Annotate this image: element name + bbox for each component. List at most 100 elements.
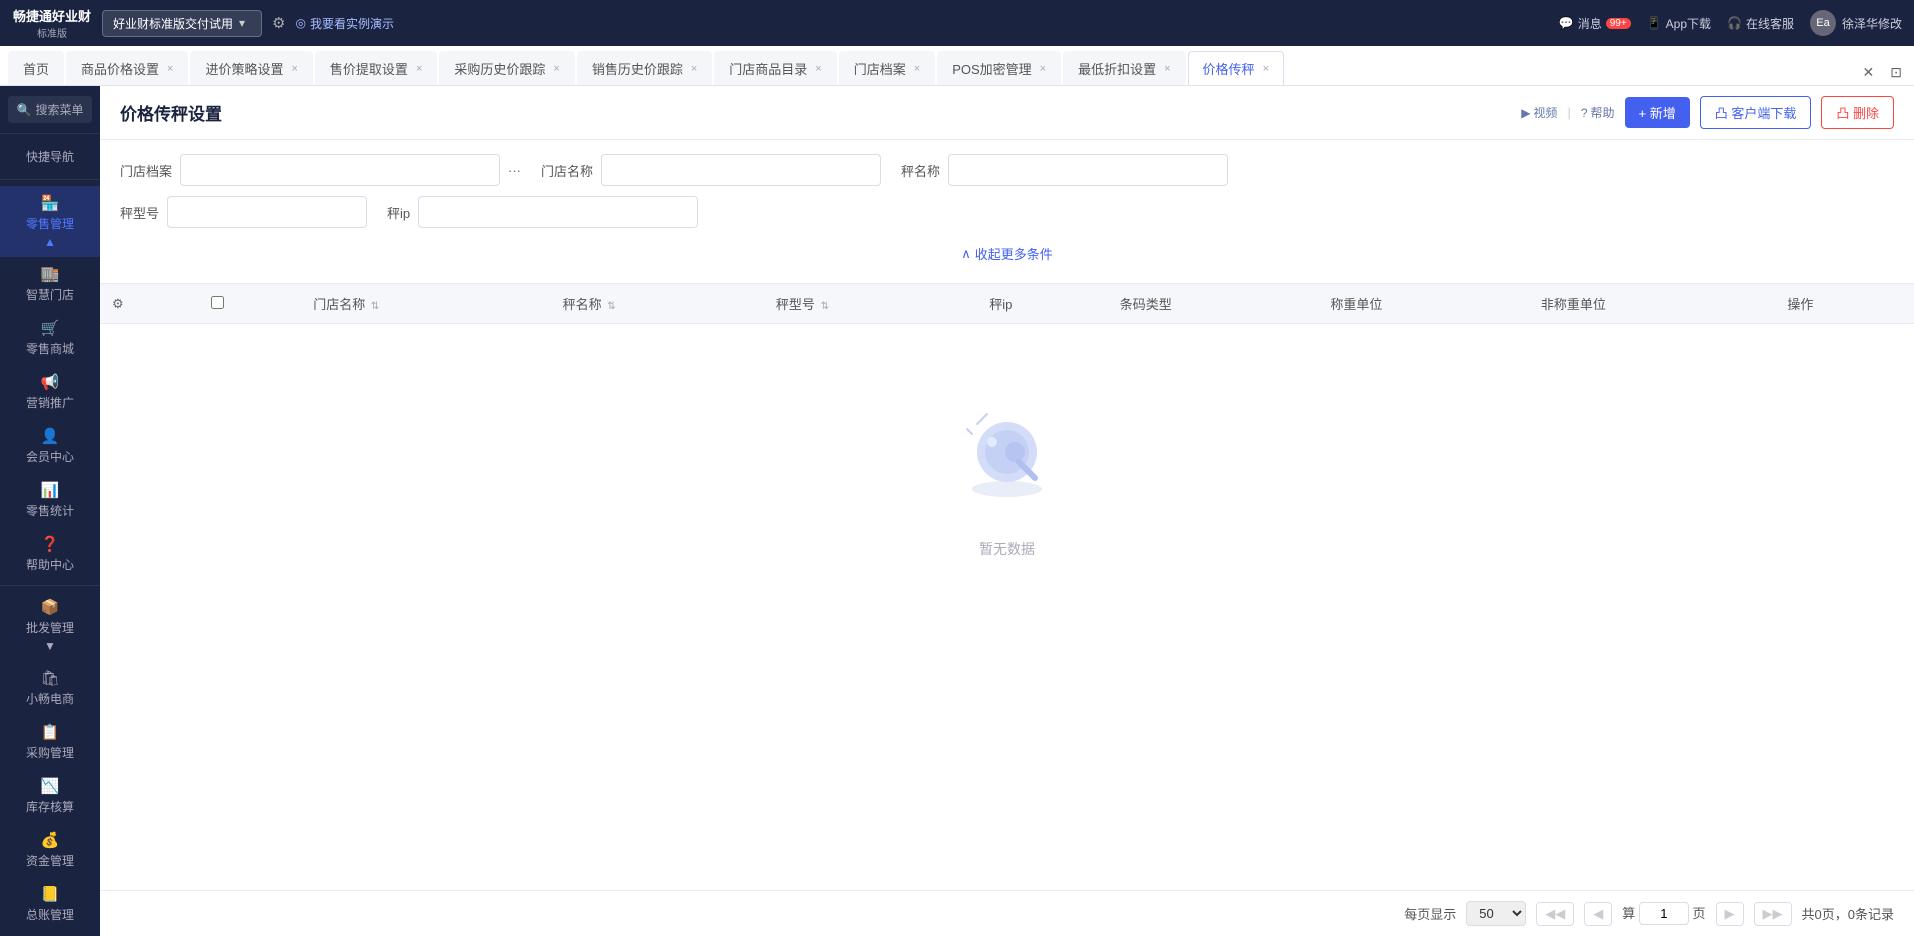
tab-store-catalog[interactable]: 门店商品目录 ×: [714, 51, 836, 85]
scale-model-input[interactable]: [167, 196, 367, 228]
sidebar-item-xiaochang-ecom[interactable]: 🛍 小畅电商: [0, 661, 100, 715]
store-name-input[interactable]: [601, 154, 881, 186]
version-label: 好业财标准版交付试用: [113, 15, 233, 32]
retail-mgmt-icon: 🏪: [41, 194, 60, 212]
download-button-label: 凸 客户端下载: [1715, 103, 1797, 122]
sort-icon[interactable]: ⇅: [371, 301, 379, 312]
scale-ip-label: 秤ip: [387, 203, 410, 222]
tab-sell-history[interactable]: 销售历史价跟踪 ×: [577, 51, 712, 85]
online-service-label: 在线客服: [1746, 15, 1794, 32]
tab-store-profile[interactable]: 门店档案 ×: [839, 51, 935, 85]
version-selector[interactable]: 好业财标准版交付试用 ▾: [102, 10, 262, 37]
sidebar-item-purchase-mgmt[interactable]: 📋 采购管理: [0, 715, 100, 769]
user-name: 徐泽华修改: [1842, 15, 1902, 32]
page-header: 价格传秤设置 ▶ 视频 | ? 帮助 + 新增 凸 客户端下载 凸: [100, 86, 1914, 140]
store-name-header: 门店名称: [313, 297, 365, 312]
sidebar-item-retail-mgmt[interactable]: 🏪 零售管理 ▲: [0, 186, 100, 257]
sidebar-item-wholesale-mgmt[interactable]: 📦 批发管理 ▼: [0, 590, 100, 661]
page-info: 算 页: [1622, 902, 1705, 925]
page-number-input[interactable]: [1639, 902, 1689, 925]
download-button[interactable]: 凸 客户端下载: [1700, 96, 1812, 129]
tab-sell-price[interactable]: 售价提取设置 ×: [315, 51, 437, 85]
close-icon[interactable]: ×: [815, 63, 821, 75]
table-head: ⚙ 门店名称 ⇅ 秤名称 ⇅: [100, 284, 1914, 324]
tab-price-scale[interactable]: 价格传秤 ×: [1188, 51, 1284, 85]
sidebar-item-member-center[interactable]: 👤 会员中心: [0, 419, 100, 473]
maximize-tab-button[interactable]: ⊡: [1886, 60, 1906, 85]
video-link[interactable]: ▶ 视频: [1521, 104, 1557, 121]
ellipsis-icon[interactable]: ···: [508, 163, 521, 178]
filter-scale-ip: 秤ip: [387, 196, 698, 228]
col-checkbox: [199, 284, 301, 324]
sidebar-item-retail-stats[interactable]: 📊 零售统计: [0, 473, 100, 527]
tab-price-setting[interactable]: 商品价格设置 ×: [66, 51, 188, 85]
total-info: 共0页，0条记录: [1802, 904, 1894, 923]
logo-title: 畅捷通好业财: [13, 6, 91, 25]
close-icon[interactable]: ×: [691, 63, 697, 75]
close-icon[interactable]: ×: [167, 63, 173, 75]
close-icon[interactable]: ×: [1164, 63, 1170, 75]
sidebar-item-fund-mgmt[interactable]: 💰 资金管理: [0, 823, 100, 877]
data-table: ⚙ 门店名称 ⇅ 秤名称 ⇅: [100, 284, 1914, 324]
marketing-icon: 📢: [41, 373, 60, 391]
help-link[interactable]: ? 帮助: [1581, 104, 1615, 121]
next-page-button[interactable]: ▶: [1716, 902, 1744, 926]
close-icon[interactable]: ×: [553, 63, 559, 75]
delete-button[interactable]: 凸 删除: [1821, 96, 1894, 129]
tab-purchase-strategy[interactable]: 进价策略设置 ×: [190, 51, 312, 85]
sidebar-item-marketing[interactable]: 📢 营销推广: [0, 365, 100, 419]
messages-button[interactable]: 💬 消息 99+: [1559, 15, 1631, 32]
search-menu-button[interactable]: 🔍 搜索菜单: [8, 96, 92, 123]
quick-nav-button[interactable]: 快捷导航: [0, 142, 100, 171]
scale-model-label: 秤型号: [120, 203, 159, 222]
sidebar-item-invoice-mgmt[interactable]: 🧾 发票管理: [0, 931, 100, 936]
sidebar-item-inventory[interactable]: 📉 库存核算: [0, 769, 100, 823]
prev-page-button[interactable]: ◀: [1584, 902, 1612, 926]
help-center-icon: ❓: [41, 535, 60, 553]
scale-name-input[interactable]: [948, 154, 1228, 186]
scale-ip-input[interactable]: [418, 196, 698, 228]
tab-home-label: 首页: [23, 59, 49, 78]
sidebar-item-retail-mall[interactable]: 🛒 零售商城: [0, 311, 100, 365]
tab-home[interactable]: 首页: [8, 51, 64, 85]
close-icon[interactable]: ×: [1040, 63, 1046, 75]
last-page-button[interactable]: ▶▶: [1754, 902, 1792, 926]
sidebar-item-general-ledger[interactable]: 📒 总账管理: [0, 877, 100, 931]
tab-min-discount-label: 最低折扣设置: [1078, 59, 1156, 78]
filter-row-2: 秤型号 秤ip: [120, 196, 1894, 228]
xiaochang-ecom-icon: 🛍: [40, 669, 59, 687]
collapse-filter-button[interactable]: ∧ 收起更多条件: [941, 238, 1073, 269]
sidebar-item-label: 会员中心: [26, 448, 74, 465]
sidebar-item-smart-store[interactable]: 🏬 智慧门店: [0, 257, 100, 311]
sidebar-item-help-center[interactable]: ❓ 帮助中心: [0, 527, 100, 581]
filter-scale-model: 秤型号: [120, 196, 367, 228]
inventory-icon: 📉: [41, 777, 60, 795]
settings-icon[interactable]: ⚙: [112, 296, 124, 311]
sidebar-item-label: 营销推广: [26, 394, 74, 411]
top-header: 畅捷通好业财 标准版 好业财标准版交付试用 ▾ ⚙ ◎ 我要看实例演示 💬 消息…: [0, 0, 1914, 46]
online-service-button[interactable]: 🎧 在线客服: [1727, 15, 1794, 32]
col-store-name: 门店名称 ⇅: [301, 284, 550, 324]
close-tab-button[interactable]: ✕: [1859, 60, 1879, 85]
close-icon[interactable]: ×: [291, 63, 297, 75]
tab-min-discount[interactable]: 最低折扣设置 ×: [1063, 51, 1185, 85]
close-icon[interactable]: ×: [416, 63, 422, 75]
add-button[interactable]: + 新增: [1625, 97, 1690, 128]
col-scale-model: 秤型号 ⇅: [764, 284, 977, 324]
store-profile-input[interactable]: [180, 154, 500, 186]
close-icon[interactable]: ×: [1263, 63, 1269, 75]
user-info[interactable]: Ea 徐泽华修改: [1810, 10, 1902, 36]
tab-purchase-history[interactable]: 采购历史价跟踪 ×: [439, 51, 574, 85]
retail-mall-icon: 🛒: [41, 319, 60, 337]
select-all-checkbox[interactable]: [211, 296, 224, 309]
sort-icon[interactable]: ⇅: [607, 301, 615, 312]
retail-stats-icon: 📊: [41, 481, 60, 499]
demo-button[interactable]: ◎ 我要看实例演示: [295, 15, 394, 32]
close-icon[interactable]: ×: [914, 63, 920, 75]
app-download-button[interactable]: 📱 App下载: [1647, 15, 1711, 32]
tab-pos-management[interactable]: POS加密管理 ×: [937, 51, 1061, 85]
gear-icon[interactable]: ⚙: [272, 14, 285, 32]
first-page-button[interactable]: ◀◀: [1536, 902, 1574, 926]
page-size-select[interactable]: 10 20 50 100: [1466, 901, 1526, 926]
sort-icon[interactable]: ⇅: [821, 301, 829, 312]
